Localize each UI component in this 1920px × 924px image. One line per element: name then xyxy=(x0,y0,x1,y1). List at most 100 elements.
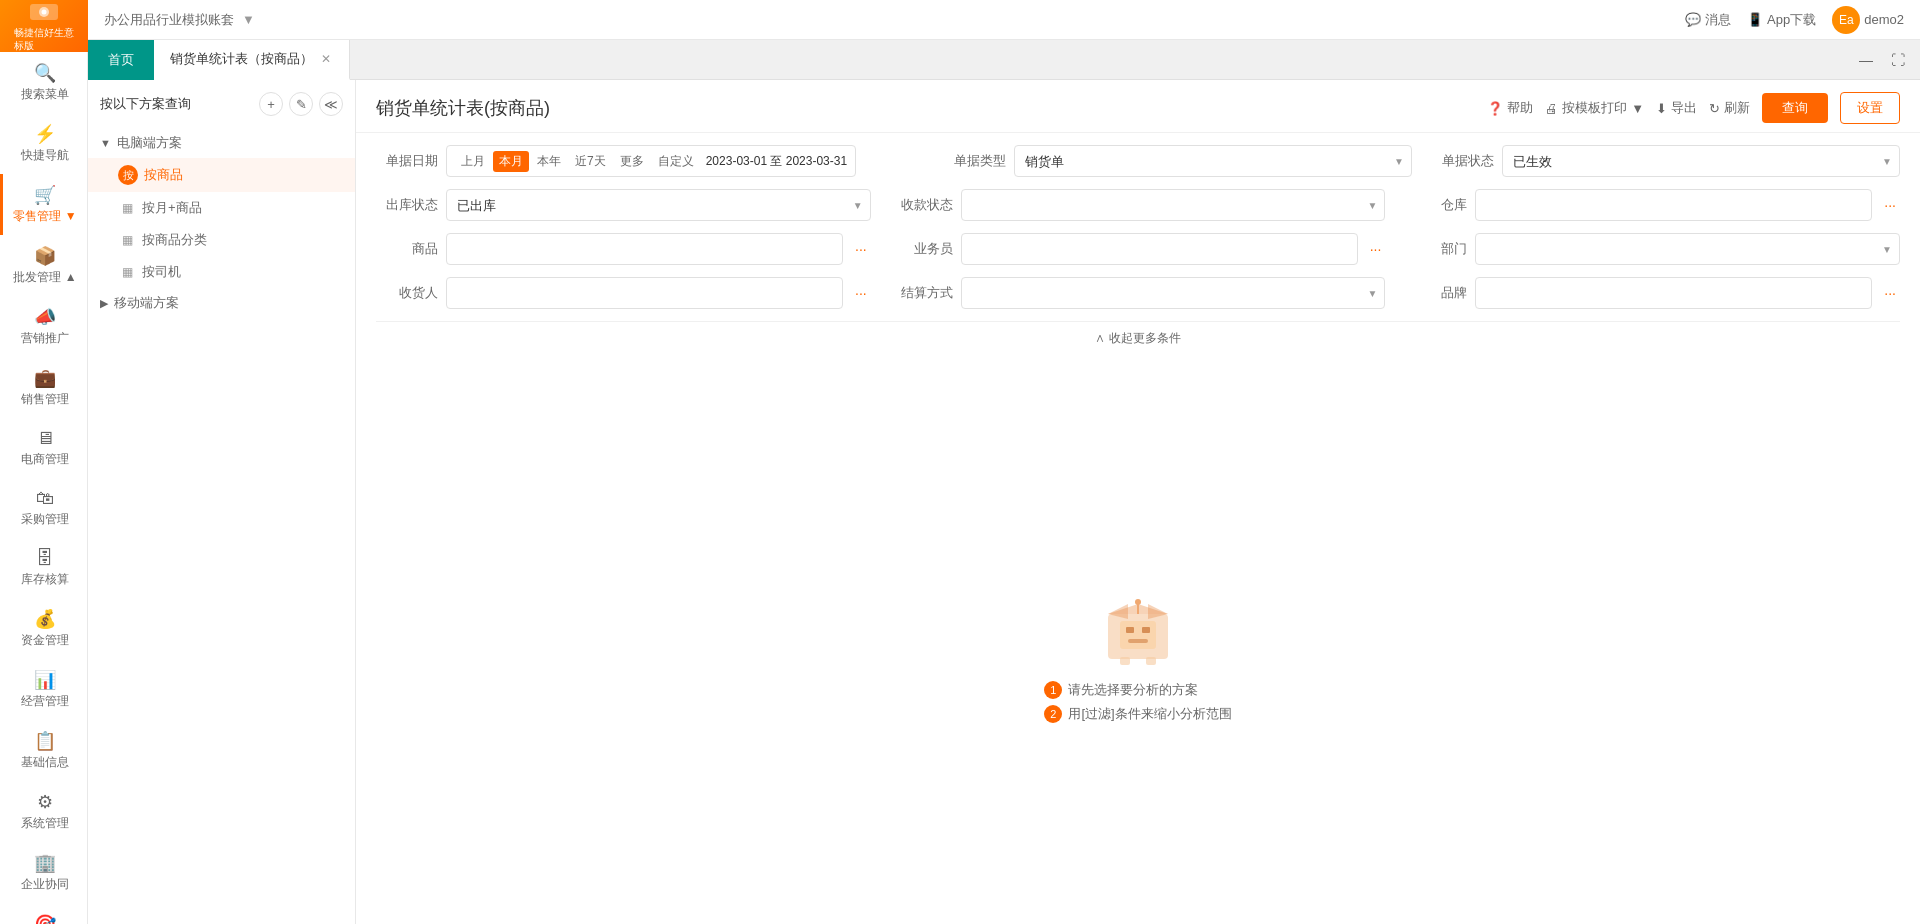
sidebar-item-inventory[interactable]: 🗄 库存核算 xyxy=(0,538,87,598)
scheme-icon3: ▦ xyxy=(118,265,136,279)
tree-parent-mobile[interactable]: ▶ 移动端方案 xyxy=(88,288,355,318)
sidebar-item-retail-label: 零售管理 ▼ xyxy=(7,208,83,225)
sidebar-item-basics[interactable]: 📋 基础信息 xyxy=(0,720,87,781)
dept-select-wrapper xyxy=(1475,233,1900,265)
receiver-input[interactable] xyxy=(446,277,843,309)
tab-maximize-btn[interactable]: ⛶ xyxy=(1884,46,1912,74)
doc-status-select[interactable]: 已生效 xyxy=(1502,145,1900,177)
sidebar-item-enterprise[interactable]: 🏢 企业协同 xyxy=(0,842,87,903)
receiver-dotdot-btn[interactable]: ··· xyxy=(851,285,871,301)
tree-child-by-category[interactable]: ▦ 按商品分类 xyxy=(88,224,355,256)
tree-parent-mobile-label: 移动端方案 xyxy=(114,294,179,312)
settings-button[interactable]: 设置 xyxy=(1840,92,1900,124)
dept-select[interactable] xyxy=(1475,233,1900,265)
sidebar-item-retail[interactable]: 🛒 零售管理 ▼ xyxy=(0,174,87,235)
filter-row-3: 商品 ··· 业务员 ··· 部门 xyxy=(376,233,1900,265)
tab-report[interactable]: 销货单统计表（按商品） ✕ xyxy=(154,40,350,80)
receipt-status-select[interactable] xyxy=(961,189,1386,221)
tree-child-by-category-label: 按商品分类 xyxy=(142,231,207,249)
messages-btn[interactable]: 💬 消息 xyxy=(1685,11,1731,29)
tab-close-btn[interactable]: ✕ xyxy=(319,50,333,68)
sidebar-item-operations[interactable]: 📊 经营管理 xyxy=(0,659,87,720)
doc-type-select[interactable]: 销货单 xyxy=(1014,145,1412,177)
sidebar-item-purchase[interactable]: 🛍 采购管理 xyxy=(0,478,87,538)
sidebar-item-nav[interactable]: ⚡ 快捷导航 xyxy=(0,113,87,174)
tree-child-by-product-label: 按商品 xyxy=(144,166,183,184)
brand-dotdot-btn[interactable]: ··· xyxy=(1880,285,1900,301)
salesperson-input[interactable] xyxy=(961,233,1358,265)
empty-step-1: 1 请先选择要分析的方案 xyxy=(1044,681,1231,699)
edit-scheme-btn[interactable]: ✎ xyxy=(289,92,313,116)
sidebar-item-purchase-label: 采购管理 xyxy=(7,511,83,528)
date-tag-custom[interactable]: 自定义 xyxy=(652,151,700,172)
out-status-select[interactable]: 已出库 xyxy=(446,189,871,221)
salesperson-dotdot-btn[interactable]: ··· xyxy=(1366,241,1386,257)
left-panel-title: 按以下方案查询 xyxy=(100,95,191,113)
tree-child-by-product[interactable]: 按 按商品 xyxy=(88,158,355,192)
sidebar-item-marketing[interactable]: 📣 营销推广 xyxy=(0,296,87,357)
sidebar-item-operations-label: 经营管理 xyxy=(7,693,83,710)
help-icon: ❓ xyxy=(1487,101,1503,116)
filter-row-4: 收货人 ··· 结算方式 品牌 xyxy=(376,277,1900,309)
date-tag-this-month[interactable]: 本月 xyxy=(493,151,529,172)
app-download-btn[interactable]: 📱 App下载 xyxy=(1747,11,1816,29)
date-tag-this-year[interactable]: 本年 xyxy=(531,151,567,172)
payment-select[interactable] xyxy=(961,277,1386,309)
help-btn[interactable]: ❓ 帮助 xyxy=(1487,99,1533,117)
tree-parent-desktop[interactable]: ▼ 电脑端方案 xyxy=(88,128,355,158)
main-container: 办公用品行业模拟账套 ▼ 💬 消息 📱 App下载 Ea demo2 首页 销货… xyxy=(88,0,1920,924)
tree-child-by-driver[interactable]: ▦ 按司机 xyxy=(88,256,355,288)
export-icon: ⬇ xyxy=(1656,101,1667,116)
print-btn[interactable]: 🖨 按模板打印 ▼ xyxy=(1545,99,1644,117)
date-tag-more[interactable]: 更多 xyxy=(614,151,650,172)
svg-rect-6 xyxy=(1142,627,1150,633)
sidebar-item-system[interactable]: ⚙ 系统管理 xyxy=(0,781,87,842)
sidebar-item-search[interactable]: 🔍 搜索菜单 xyxy=(0,52,87,113)
empty-illustration xyxy=(1078,569,1198,669)
refresh-btn[interactable]: ↻ 刷新 xyxy=(1709,99,1750,117)
warehouse-dotdot-btn[interactable]: ··· xyxy=(1880,197,1900,213)
export-btn[interactable]: ⬇ 导出 xyxy=(1656,99,1697,117)
sidebar-item-sales-label: 销售管理 xyxy=(7,391,83,408)
product-control: ··· xyxy=(446,233,871,265)
product-dotdot-btn[interactable]: ··· xyxy=(851,241,871,257)
sidebar-item-ecom[interactable]: 🖥 电商管理 xyxy=(0,418,87,478)
sidebar-item-newbie[interactable]: 🎯 新手引导 xyxy=(0,903,87,924)
sidebar-item-search-label: 搜索菜单 xyxy=(7,86,83,103)
salesperson-control: ··· xyxy=(961,233,1386,265)
tab-home[interactable]: 首页 xyxy=(88,40,154,80)
sidebar-item-wholesale-label: 批发管理 ▲ xyxy=(7,269,83,286)
avatar: Ea xyxy=(1832,6,1860,34)
payment-select-wrapper xyxy=(961,277,1386,309)
receipt-status-control xyxy=(961,189,1386,221)
date-tag-7days[interactable]: 近7天 xyxy=(569,151,612,172)
sidebar-item-basics-label: 基础信息 xyxy=(7,754,83,771)
query-button[interactable]: 查询 xyxy=(1762,93,1828,123)
tab-minimize-btn[interactable]: — xyxy=(1852,46,1880,74)
dropdown-icon[interactable]: ▼ xyxy=(242,12,255,27)
empty-step-2: 2 用[过滤]条件来缩小分析范围 xyxy=(1044,705,1231,723)
refresh-icon: ↻ xyxy=(1709,101,1720,116)
warehouse-input[interactable] xyxy=(1475,189,1872,221)
sidebar-item-finance[interactable]: 💰 资金管理 xyxy=(0,598,87,659)
svg-point-2 xyxy=(41,10,46,15)
brand-input[interactable] xyxy=(1475,277,1872,309)
collapse-btn[interactable]: ∧ 收起更多条件 xyxy=(376,321,1900,355)
tree-child-by-month-product[interactable]: ▦ 按月+商品 xyxy=(88,192,355,224)
add-scheme-btn[interactable]: + xyxy=(259,92,283,116)
doc-status-label: 单据状态 xyxy=(1432,152,1502,170)
sidebar-item-system-label: 系统管理 xyxy=(7,815,83,832)
svg-rect-4 xyxy=(1120,621,1156,649)
date-tag-last-month[interactable]: 上月 xyxy=(455,151,491,172)
dept-label: 部门 xyxy=(1405,240,1475,258)
user-menu[interactable]: Ea demo2 xyxy=(1832,6,1904,34)
collapse-panel-btn[interactable]: ≪ xyxy=(319,92,343,116)
empty-steps: 1 请先选择要分析的方案 2 用[过滤]条件来缩小分析范围 xyxy=(1044,681,1231,723)
sidebar-item-sales[interactable]: 💼 销售管理 xyxy=(0,357,87,418)
right-content: 销货单统计表(按商品) ❓ 帮助 🖨 按模板打印 ▼ ⬇ 导出 xyxy=(356,80,1920,924)
product-input[interactable] xyxy=(446,233,843,265)
sidebar-item-wholesale[interactable]: 📦 批发管理 ▲ xyxy=(0,235,87,296)
sidebar-item-finance-label: 资金管理 xyxy=(7,632,83,649)
header-left: 办公用品行业模拟账套 ▼ xyxy=(104,11,255,29)
page-content: 按以下方案查询 + ✎ ≪ ▼ 电脑端方案 按 按商品 ▦ 按月+ xyxy=(88,80,1920,924)
